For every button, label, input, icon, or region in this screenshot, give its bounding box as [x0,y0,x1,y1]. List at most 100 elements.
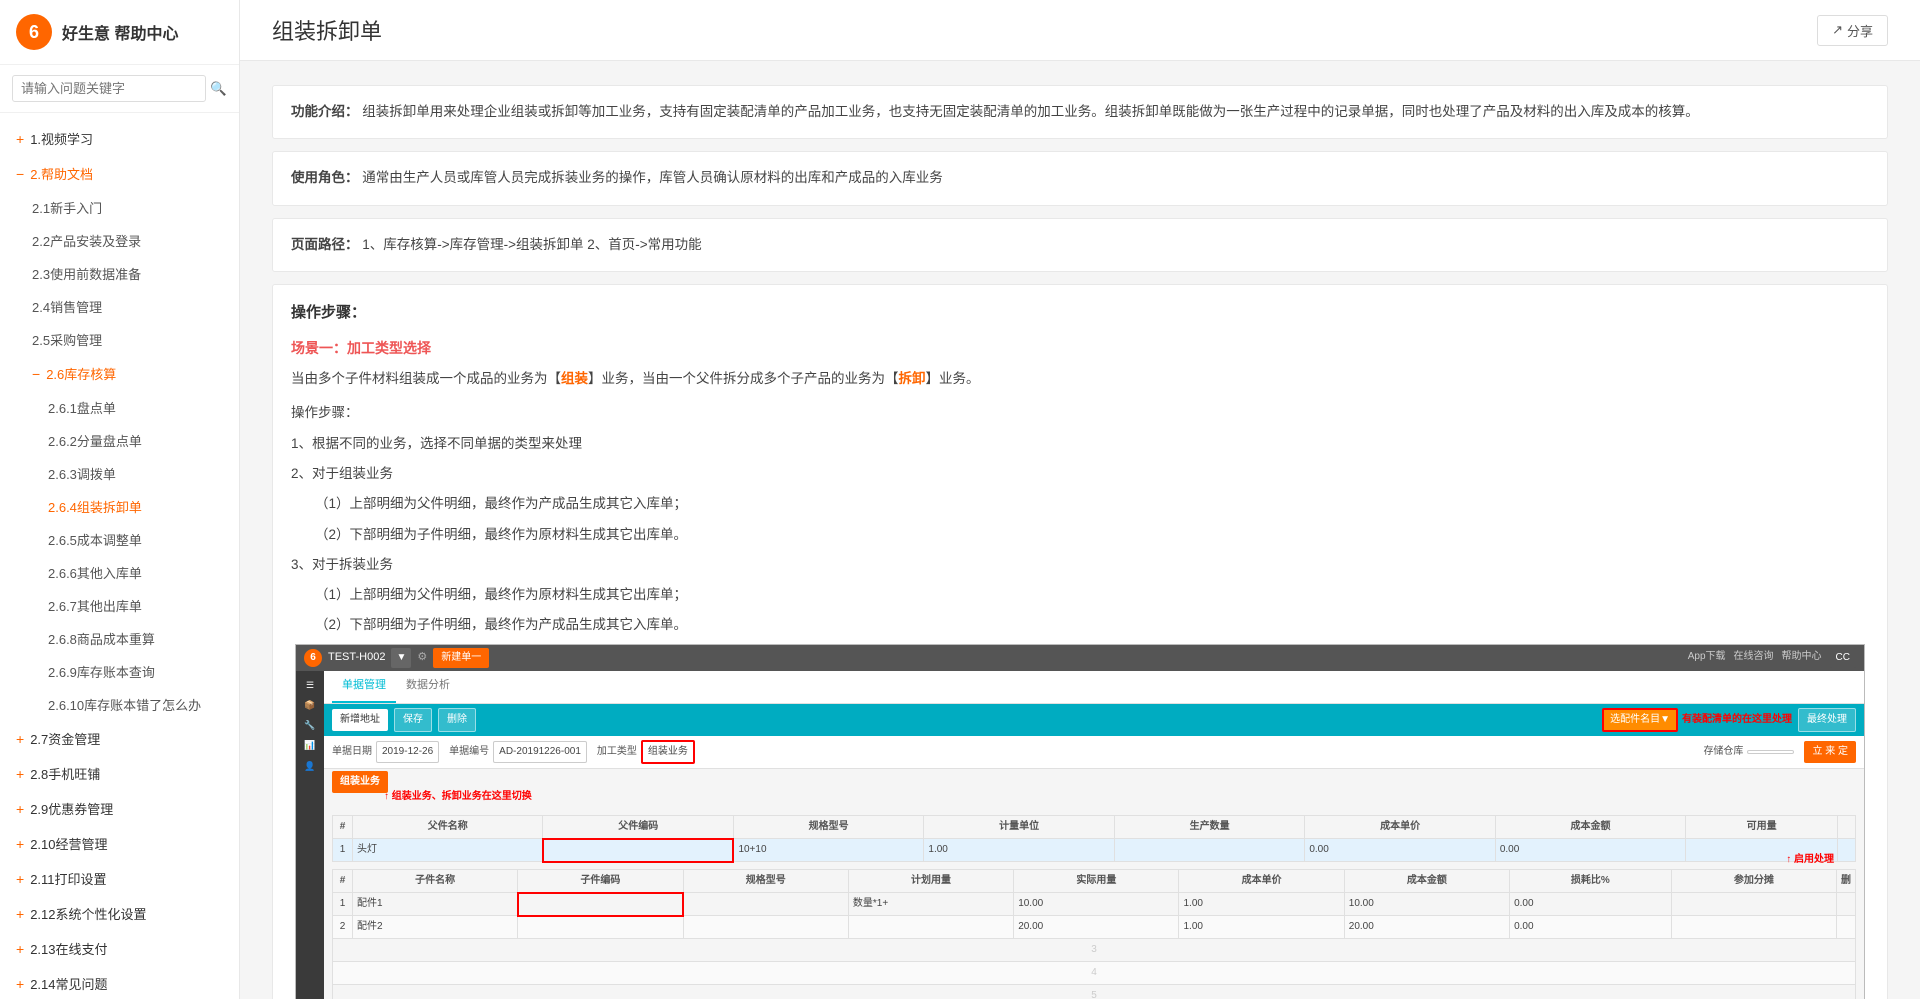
sidebar-item-2.6.1[interactable]: 2.6.1盘点单 [0,391,239,424]
screenshot-bh-spec: 规格型号 [683,869,848,893]
screenshot-header-total-cost: 成本金额 [1495,815,1685,839]
screenshot-header-unit-cost: 成本单价 [1305,815,1495,839]
screenshot-header-unit: 计量单位 [924,815,1114,839]
sidebar-item-label: 2.6库存核算 [46,364,116,383]
sidebar-item-2.6.4[interactable]: 2.6.4组装拆卸单 [0,490,239,523]
sidebar-item-2.6.7[interactable]: 2.6.7其他出库单 [0,589,239,622]
sidebar-item-2.3[interactable]: 2.3使用前数据准备 [0,257,239,290]
step2-2-text: （2）下部明细为子件明细，最终作为原材料生成其它出库单。 [291,523,1869,547]
screenshot-toolbar-btn-del: 删除 [438,708,476,732]
sidebar-item-video[interactable]: + 1.视频学习 [0,121,239,156]
expand-icon: − [32,366,40,382]
screenshot-confirm-btn: 立 来 定 [1804,741,1856,763]
nav-list: + 1.视频学习 − 2.帮助文档 2.1新手入门 2.2产品安装及登录 2.3… [0,113,239,999]
logo-icon: 6 [16,14,52,50]
path-text: 1、库存核算->库存管理->组装拆卸单 2、首页->常用功能 [362,237,701,252]
screenshot-toolbar-btn-save: 保存 [394,708,432,732]
sidebar-item-2.9[interactable]: + 2.9优惠券管理 [0,791,239,826]
step3-2-text: （2）下部明细为子件明细，最终作为产成品生成其它入库单。 [291,613,1869,637]
screenshot-br2-unit-cost: 1.00 [1179,916,1344,939]
scene-title: 场景一：加工类型选择 [291,336,1869,361]
sidebar-logo: 6 好生意 帮助中心 [0,0,239,65]
sidebar-item-label: 2.12系统个性化设置 [30,904,146,923]
search-bar[interactable]: 🔍 [0,65,239,113]
expand-icon: + [16,801,24,817]
screenshot-topbar-text: TEST-H002 [328,648,385,668]
annotation-2-text: ↑ 组装业务、拆卸业务在这里切换 [384,788,532,806]
share-icon: ↗ [1832,22,1843,38]
screenshot-bh-total-cost: 成本金额 [1344,869,1509,893]
annotation-3-text: ↑ 启用处理 [1786,851,1834,869]
sidebar-item-2.2[interactable]: 2.2产品安装及登录 [0,224,239,257]
screenshot-row1-num: 1 [333,839,353,862]
sidebar-item-2.6.10[interactable]: 2.6.10库存账本错了怎么办 [0,688,239,721]
share-button[interactable]: ↗ 分享 [1817,15,1888,46]
sidebar-item-2.6.6[interactable]: 2.6.6其他入库单 [0,556,239,589]
screenshot-br1-share [1671,893,1836,916]
step1-text: 1、根据不同的业务，选择不同单据的类型来处理 [291,432,1869,456]
sidebar-item-2.5[interactable]: 2.5采购管理 [0,323,239,356]
sidebar-item-2.6.8[interactable]: 2.6.8商品成本重算 [0,622,239,655]
sidebar-item-2.4[interactable]: 2.4销售管理 [0,290,239,323]
logo-text: 好生意 帮助中心 [62,20,178,44]
expand-icon: + [16,871,24,887]
sidebar-item-2.12[interactable]: + 2.12系统个性化设置 [0,896,239,931]
sidebar-item-2.6.5[interactable]: 2.6.5成本调整单 [0,523,239,556]
screenshot-header-parent-code: 父件编码 [543,815,733,839]
screenshot-header-spec: 规格型号 [733,815,923,839]
step2-1-text: （1）上部明细为父件明细，最终作为产成品生成其它入库单； [291,492,1869,516]
screenshot-br1-total: 10.00 [1344,893,1509,916]
screenshot-bh-del: 删 [1837,869,1856,893]
screenshot-warehouse-label: 存储仓库 [1703,743,1743,761]
sidebar-item-2.14[interactable]: + 2.14常见问题 [0,966,239,999]
expand-icon: + [16,906,24,922]
screenshot-br2-actual: 20.00 [1014,916,1179,939]
step2-text: 2、对于组装业务 [291,462,1869,486]
func-intro-label: 功能介绍： [291,104,359,119]
screenshot-br1-actual: 10.00 [1014,893,1179,916]
sidebar-item-label: 2.10经营管理 [30,834,107,853]
screenshot-type-label: 加工类型 [597,743,637,761]
path-label: 页面路径： [291,237,359,252]
sidebar-item-2.6[interactable]: − 2.6库存核算 [0,356,239,391]
screenshot-br1-code [518,893,683,916]
screenshot-br1-plan: 数量*1+ [848,893,1013,916]
sidebar-item-2.6.3[interactable]: 2.6.3调拨单 [0,457,239,490]
expand-icon: + [16,766,24,782]
screenshot-br1-unit-cost: 1.00 [1179,893,1344,916]
screenshot-warehouse-value [1747,750,1794,754]
screenshot-header-qty: 生产数量 [1114,815,1304,839]
annotation-1-text: 有装配清单的在这里处理 [1682,711,1792,729]
page-header: 组装拆卸单 ↗ 分享 [240,0,1920,61]
ops-steps-subtitle: 操作步骤： [291,401,1869,425]
screenshot-br2-name: 配件2 [353,916,518,939]
sidebar-item-label: 1.视频学习 [30,129,93,148]
screenshot-code-value: AD-20191226-001 [493,741,587,763]
sidebar-item-2.6.9[interactable]: 2.6.9库存账本查询 [0,655,239,688]
sidebar-item-label: 2.帮助文档 [30,164,93,183]
expand-icon: − [16,166,24,182]
screenshot-bh-unit-cost: 成本单价 [1179,869,1344,893]
screenshot-tab-manage: 单据管理 [332,671,396,703]
sidebar-item-2.11[interactable]: + 2.11打印设置 [0,861,239,896]
screenshot-br1-loss: 0.00 [1510,893,1672,916]
screenshot-row1-spec: 10+10 [733,839,923,862]
search-button[interactable]: 🔍 [210,81,227,97]
sidebar-item-2.10[interactable]: + 2.10经营管理 [0,826,239,861]
ops-title: 操作步骤： [291,299,1869,326]
sidebar-item-2.1[interactable]: 2.1新手入门 [0,191,239,224]
func-intro-text: 组装拆卸单用来处理企业组装或拆卸等加工业务，支持有固定装配清单的产品加工业务，也… [362,104,1699,119]
screenshot-bh-child-code: 子件编码 [518,869,683,893]
sidebar-item-2.13[interactable]: + 2.13在线支付 [0,931,239,966]
sidebar-item-2.6.2[interactable]: 2.6.2分量盘点单 [0,424,239,457]
expand-icon: + [16,976,24,992]
sidebar-item-docs[interactable]: − 2.帮助文档 [0,156,239,191]
step3-text: 3、对于拆装业务 [291,553,1869,577]
search-input[interactable] [12,75,206,102]
screenshot-date-value: 2019-12-26 [376,741,439,763]
sidebar-item-2.7[interactable]: + 2.7资金管理 [0,721,239,756]
sidebar-item-2.8[interactable]: + 2.8手机旺铺 [0,756,239,791]
share-label: 分享 [1847,21,1873,40]
expand-icon: + [16,941,24,957]
content-area: 功能介绍： 组装拆卸单用来处理企业组装或拆卸等加工业务，支持有固定装配清单的产品… [240,61,1920,999]
